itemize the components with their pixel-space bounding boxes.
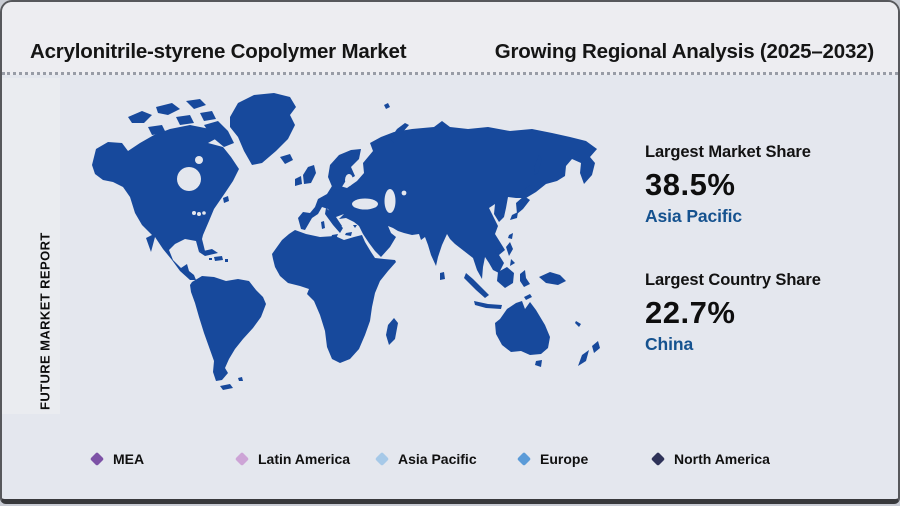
legend-label: Asia Pacific: [398, 451, 477, 467]
diamond-marker-icon: [650, 451, 666, 467]
legend-label: Latin America: [258, 451, 351, 467]
black-sea: [352, 198, 378, 210]
stat-label: Largest Country Share: [645, 271, 821, 289]
greenland: [230, 93, 296, 165]
great-britain: [303, 165, 316, 184]
continent-south-america: [190, 276, 266, 381]
aral-sea: [401, 190, 407, 196]
stat-largest-market-share: Largest Market Share 38.5% Asia Pacific: [645, 143, 895, 227]
great-lakes: [192, 211, 196, 215]
ireland: [295, 176, 302, 186]
great-lakes: [202, 211, 206, 215]
legend-item-asia-pacific: Asia Pacific: [374, 449, 477, 469]
stats-panel: Largest Market Share 38.5% Asia Pacific …: [645, 143, 895, 389]
infographic-frame: Acrylonitrile-styrene Copolymer Market G…: [0, 0, 900, 504]
stat-label: Largest Market Share: [645, 143, 811, 161]
title-right: Growing Regional Analysis (2025–2032): [494, 40, 874, 63]
new-caledonia: [575, 321, 581, 327]
stat-value: 22.7%: [645, 295, 736, 330]
foxe-basin: [195, 156, 203, 164]
world-map-svg: [92, 93, 600, 390]
new-guinea: [539, 272, 566, 285]
world-map: [92, 87, 632, 417]
java: [474, 301, 502, 309]
stat-largest-country-share: Largest Country Share 22.7% China: [645, 271, 895, 355]
sulawesi: [520, 270, 530, 287]
iceland: [280, 154, 293, 164]
legend-item-europe: Europe: [516, 449, 589, 469]
legend-label: Europe: [540, 451, 589, 467]
tierra-del-fuego: [220, 377, 243, 390]
new-zealand: [578, 341, 600, 366]
philippines: [506, 242, 515, 266]
stat-value: 38.5%: [645, 167, 736, 202]
great-lakes: [197, 212, 201, 216]
legend-label: MEA: [113, 451, 145, 467]
caspian-sea: [384, 189, 396, 213]
legend-item-latin-america: Latin America: [234, 449, 351, 469]
tasmania: [535, 360, 542, 367]
vertical-watermark: FUTURE MARKET REPORT: [37, 232, 53, 410]
diamond-marker-icon: [516, 451, 532, 467]
sri-lanka: [440, 272, 445, 280]
legend-label: North America: [674, 451, 770, 467]
hudson-bay: [177, 167, 201, 191]
madagascar: [386, 318, 398, 345]
australia: [495, 301, 550, 355]
legend: MEA Latin America Asia Pacific Europe No…: [2, 449, 898, 469]
diamond-marker-icon: [234, 451, 250, 467]
diamond-marker-icon: [374, 451, 390, 467]
baltic-sea: [345, 174, 353, 186]
newfoundland: [223, 196, 229, 203]
sumatra: [464, 273, 489, 298]
header: Acrylonitrile-styrene Copolymer Market G…: [2, 2, 898, 75]
title-left: Acrylonitrile-styrene Copolymer Market: [30, 40, 407, 63]
timor: [524, 294, 532, 300]
diamond-marker-icon: [89, 451, 105, 467]
taiwan: [508, 233, 513, 239]
stat-region: China: [645, 334, 694, 354]
legend-item-north-america: North America: [650, 449, 770, 469]
stat-region: Asia Pacific: [645, 206, 743, 226]
legend-item-mea: MEA: [89, 449, 145, 469]
